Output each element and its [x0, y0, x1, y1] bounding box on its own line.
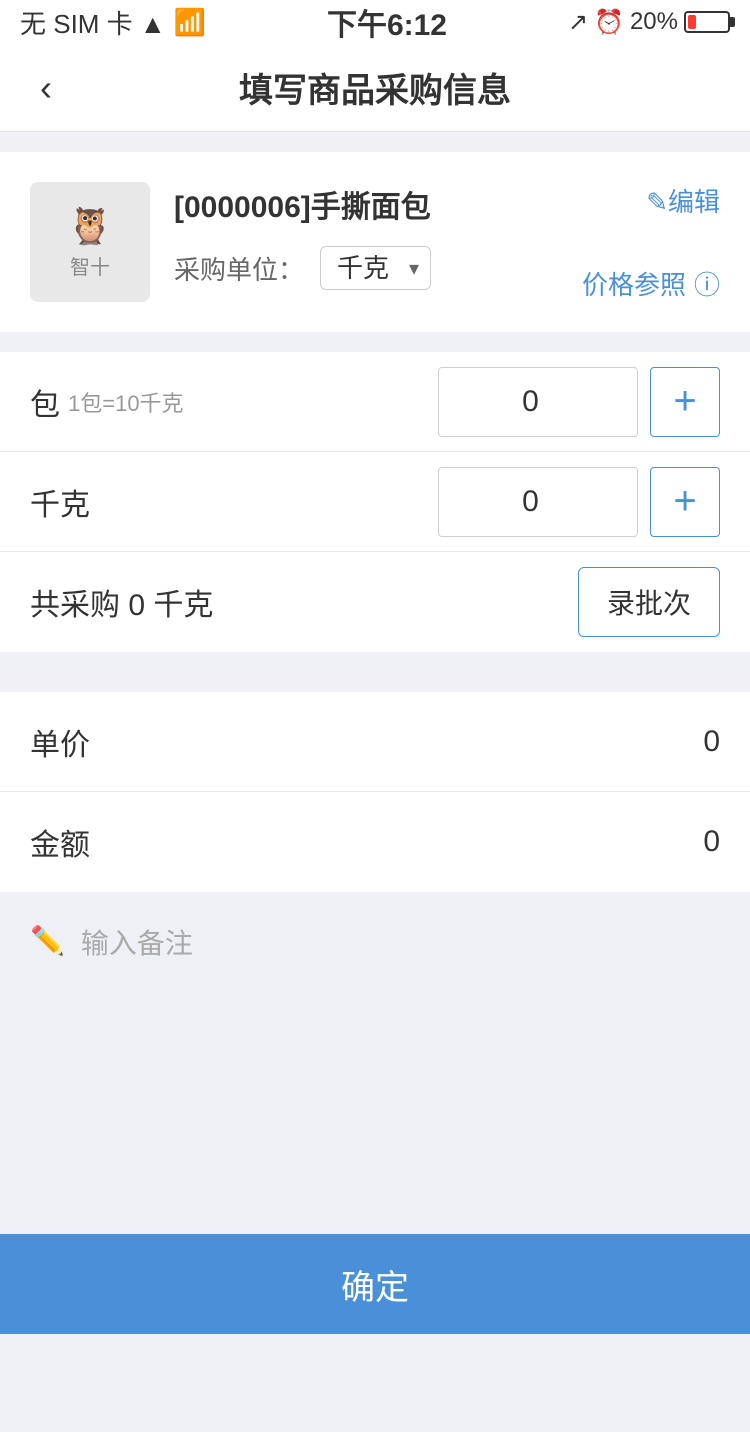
owl-text: 智十 — [70, 251, 110, 280]
battery-fill — [688, 15, 696, 29]
nav-bar: ‹ 填写商品采购信息 — [0, 44, 750, 132]
bao-quantity-input[interactable] — [438, 367, 638, 437]
divider-1 — [0, 332, 750, 352]
kg-label: 千克 — [30, 480, 90, 524]
summary-row: 共采购 0 千克 录批次 — [0, 552, 750, 652]
confirm-button[interactable]: 确定 — [0, 1234, 750, 1334]
price-ref-label: 价格参照 — [582, 265, 686, 302]
kg-input-control: + — [438, 467, 720, 537]
alarm-icon: ⏰ — [594, 8, 624, 37]
pencil-icon: ✏️ — [30, 924, 65, 957]
status-time: 下午6:12 — [327, 0, 447, 44]
summary-unit: 千克 — [153, 589, 213, 622]
kg-quantity-input[interactable] — [438, 467, 638, 537]
notes-placeholder: 输入备注 — [81, 922, 193, 962]
notes-section[interactable]: ✏️ 输入备注 — [0, 892, 750, 1052]
amount-value: 0 — [703, 825, 720, 859]
pricing-section: 单价 0 金额 0 — [0, 692, 750, 892]
unit-select[interactable]: 千克 包 — [320, 246, 431, 290]
unit-price-value: 0 — [703, 725, 720, 759]
owl-icon: 🦉 — [68, 205, 113, 247]
wifi-icon: 📶 — [174, 7, 206, 38]
product-image: 🦉 智十 — [30, 182, 150, 302]
status-bar: 无 SIM 卡 ▲ 📶 下午6:12 ↗ ⏰ 20% — [0, 0, 750, 44]
price-ref-button[interactable]: 价格参照 ⓘ — [582, 265, 720, 302]
battery-icon — [684, 11, 730, 33]
input-section: 包 1包=10千克 + 千克 + — [0, 352, 750, 552]
back-button[interactable]: ‹ — [30, 57, 62, 119]
unit-price-label: 单价 — [30, 720, 703, 764]
page-title: 填写商品采购信息 — [239, 63, 511, 112]
edit-button[interactable]: ✎编辑 — [646, 182, 720, 219]
kg-input-row: 千克 + — [0, 452, 750, 552]
status-right: ↗ ⏰ 20% — [568, 8, 730, 37]
kg-plus-button[interactable]: + — [650, 467, 720, 537]
bao-sublabel: 1包=10千克 — [68, 386, 184, 418]
bao-input-control: + — [438, 367, 720, 437]
unit-select-wrapper[interactable]: 千克 包 — [320, 246, 431, 290]
unit-label: 采购单位： — [174, 250, 304, 287]
summary-amount: 0 — [128, 589, 145, 622]
battery-percent: 20% — [630, 8, 678, 36]
no-sim-text: 无 SIM 卡 ▲ — [20, 4, 166, 41]
unit-price-row: 单价 0 — [0, 692, 750, 792]
bao-label: 包 — [30, 380, 60, 424]
amount-label: 金额 — [30, 820, 703, 864]
product-card: 🦉 智十 [0000006]手撕面包 采购单位： 千克 包 ✎编辑 价格参照 ⓘ — [0, 152, 750, 332]
bao-input-row: 包 1包=10千克 + — [0, 352, 750, 452]
status-left: 无 SIM 卡 ▲ 📶 — [20, 4, 206, 41]
summary-label: 共采购 0 千克 — [30, 580, 213, 624]
bao-plus-button[interactable]: + — [650, 367, 720, 437]
amount-row: 金额 0 — [0, 792, 750, 892]
divider-2 — [0, 652, 750, 672]
location-icon: ↗ — [568, 8, 588, 37]
price-ref-help-icon: ⓘ — [694, 265, 720, 302]
batch-button[interactable]: 录批次 — [578, 567, 720, 637]
product-name: [0000006]手撕面包 — [174, 182, 720, 226]
